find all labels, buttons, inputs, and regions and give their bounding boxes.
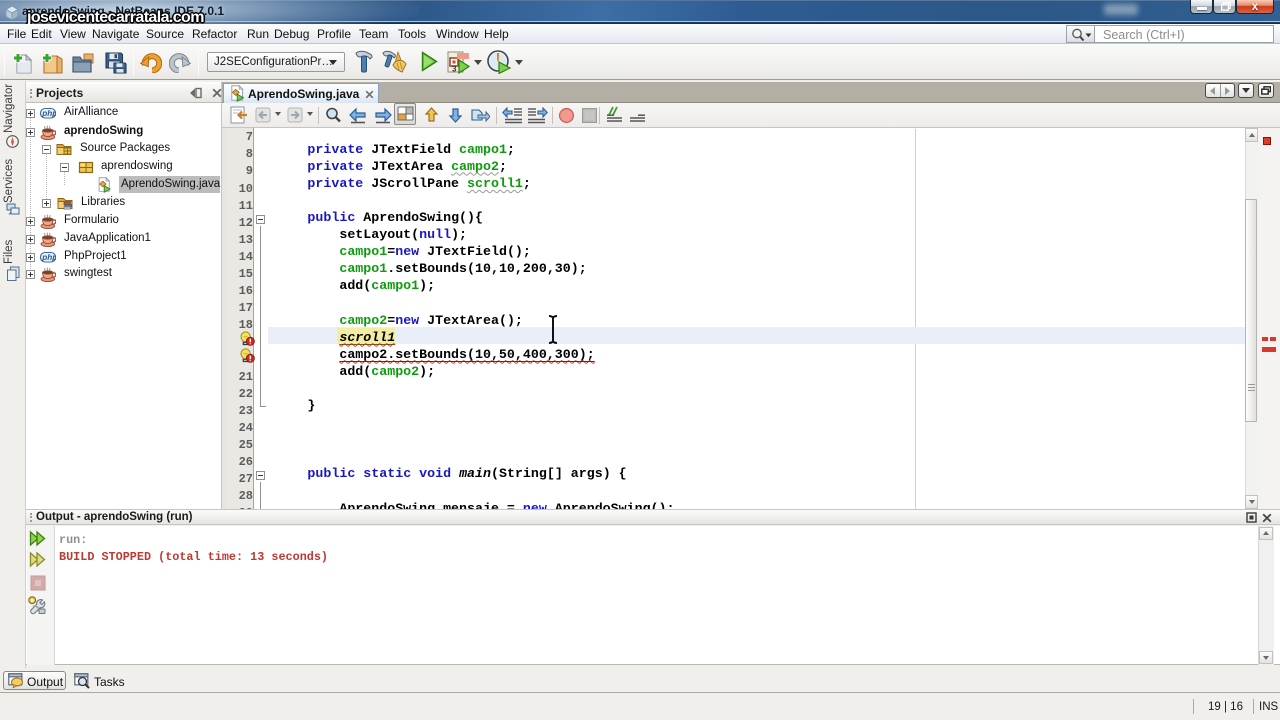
svg-text:3: 3 [452, 65, 457, 74]
